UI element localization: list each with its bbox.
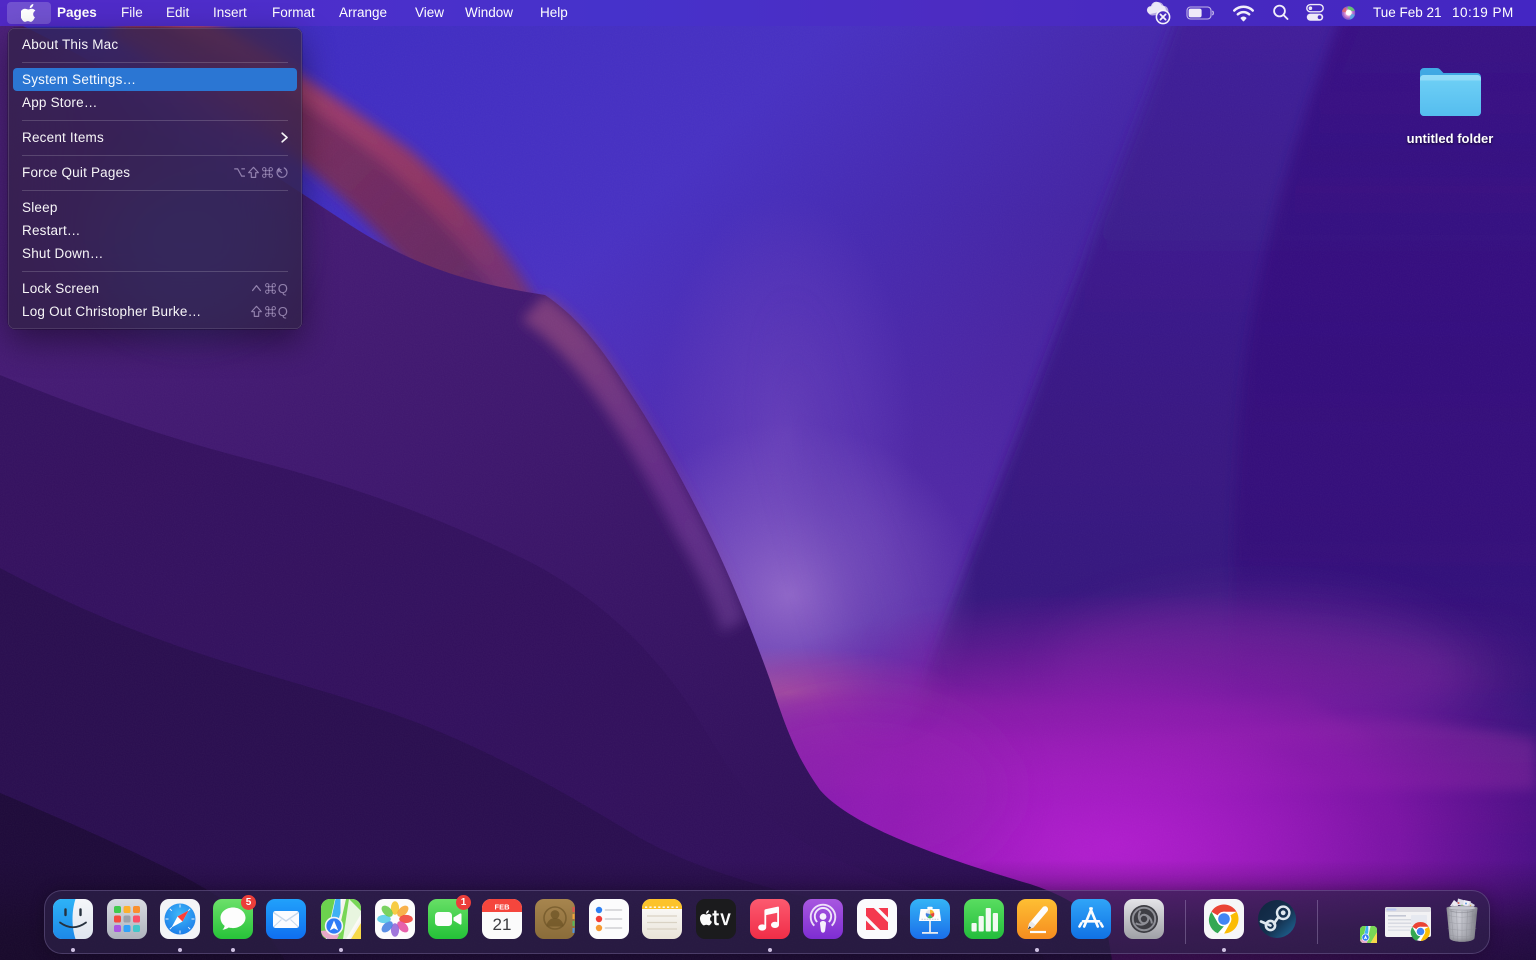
svg-text:21: 21 <box>493 915 512 934</box>
svg-text:FEB: FEB <box>495 903 511 912</box>
